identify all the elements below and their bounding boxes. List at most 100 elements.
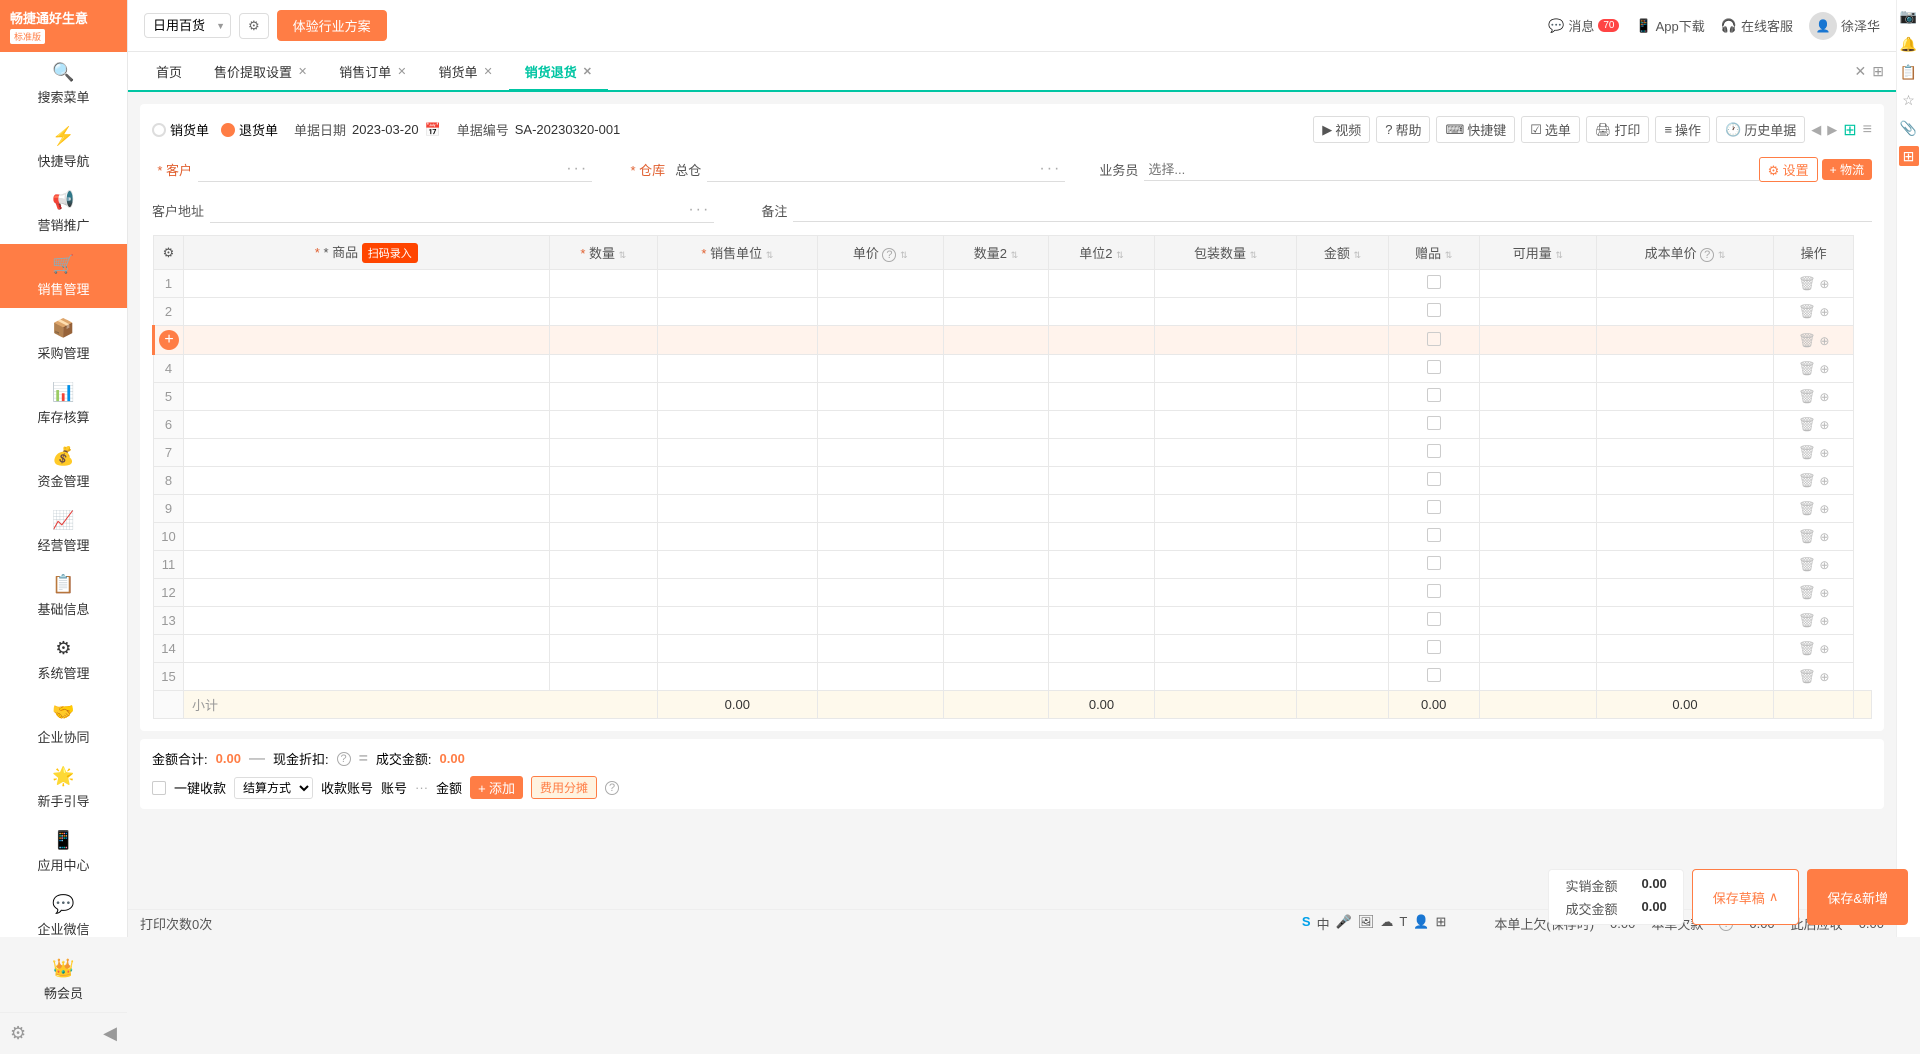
gift-cell[interactable] <box>1388 467 1479 495</box>
sidebar-item-search[interactable]: 🔍 搜索菜单 <box>0 52 127 116</box>
product-cell[interactable] <box>184 411 550 439</box>
delete-row-icon[interactable]: 🗑 <box>1798 500 1816 516</box>
tab-menu-icon[interactable]: ⊞ <box>1872 63 1884 80</box>
gift-cell[interactable] <box>1388 270 1479 298</box>
unit-cell[interactable] <box>657 298 817 326</box>
amount-cell[interactable] <box>1297 467 1388 495</box>
product-cell[interactable] <box>184 607 550 635</box>
price-cell[interactable] <box>817 635 943 663</box>
rp-camera[interactable]: 📷 <box>1899 6 1919 26</box>
qty2-cell[interactable] <box>943 298 1049 326</box>
copy-row-icon[interactable]: ⊕ <box>1819 530 1829 544</box>
quantity-cell[interactable] <box>549 663 657 691</box>
cost-info-icon[interactable]: ? <box>1700 248 1714 262</box>
product-cell[interactable] <box>184 663 550 691</box>
available-cell[interactable] <box>1479 607 1596 635</box>
tab-close-sales-return[interactable]: ✕ <box>583 65 592 78</box>
product-cell[interactable] <box>184 523 550 551</box>
product-cell[interactable] <box>184 383 550 411</box>
delete-row-icon[interactable]: 🗑 <box>1798 360 1816 376</box>
unit-cell[interactable] <box>657 523 817 551</box>
unit2-cell[interactable] <box>1049 523 1155 551</box>
history-btn[interactable]: 🕐 历史单据 <box>1716 116 1805 143</box>
gift-checkbox[interactable] <box>1427 556 1441 570</box>
quantity-cell[interactable] <box>549 551 657 579</box>
shortcut-btn[interactable]: ⌨ 快捷键 <box>1436 116 1515 143</box>
unit-cell[interactable] <box>657 355 817 383</box>
quantity-cell[interactable] <box>549 411 657 439</box>
qty2-cell[interactable] <box>943 579 1049 607</box>
pack-qty-cell[interactable] <box>1154 439 1297 467</box>
gift-checkbox[interactable] <box>1427 388 1441 402</box>
unit-cell[interactable] <box>657 270 817 298</box>
unit-cell[interactable] <box>657 495 817 523</box>
tab-close-sales-order[interactable]: ✕ <box>397 65 406 78</box>
pack-qty-cell[interactable] <box>1154 411 1297 439</box>
topbar-gear-button[interactable]: ⚙ <box>239 13 269 39</box>
quantity-cell[interactable] <box>549 607 657 635</box>
available-cell[interactable] <box>1479 326 1596 355</box>
sidebar-item-guide[interactable]: 🌟 新手引导 <box>0 756 127 820</box>
amount-cell[interactable] <box>1297 355 1388 383</box>
cost-price-cell[interactable] <box>1596 635 1773 663</box>
tab-sales-order[interactable]: 销售订单 ✕ <box>323 54 422 91</box>
quantity-cell[interactable] <box>549 270 657 298</box>
print-btn[interactable]: 🖨 打印 <box>1586 116 1650 143</box>
price-cell[interactable] <box>817 298 943 326</box>
copy-row-icon[interactable]: ⊕ <box>1819 474 1829 488</box>
qty2-cell[interactable] <box>943 607 1049 635</box>
quantity-cell[interactable] <box>549 495 657 523</box>
gift-checkbox[interactable] <box>1427 332 1441 346</box>
unit-cell[interactable] <box>657 635 817 663</box>
cost-price-cell[interactable] <box>1596 270 1773 298</box>
quantity-cell[interactable] <box>549 523 657 551</box>
unit-cell[interactable] <box>657 439 817 467</box>
quantity-cell[interactable] <box>549 467 657 495</box>
settings-button[interactable]: ⚙ 设置 <box>1759 157 1818 182</box>
delete-row-icon[interactable]: 🗑 <box>1798 556 1816 572</box>
copy-row-icon[interactable]: ⊕ <box>1819 305 1829 319</box>
tool-t[interactable]: T <box>1399 914 1407 933</box>
pack-qty-cell[interactable] <box>1154 635 1297 663</box>
tab-close-all-icon[interactable]: ✕ <box>1855 63 1867 80</box>
tool-cloud[interactable]: ☁ <box>1380 914 1393 933</box>
amount-cell[interactable] <box>1297 523 1388 551</box>
pack-qty-cell[interactable] <box>1154 383 1297 411</box>
delete-row-icon[interactable]: 🗑 <box>1798 303 1816 319</box>
qty2-cell[interactable] <box>943 467 1049 495</box>
copy-row-icon[interactable]: ⊕ <box>1819 446 1829 460</box>
gift-checkbox[interactable] <box>1427 528 1441 542</box>
pack-qty-cell[interactable] <box>1154 579 1297 607</box>
tab-sales-delivery[interactable]: 销货单 ✕ <box>422 54 508 91</box>
amount-cell[interactable] <box>1297 411 1388 439</box>
gift-cell[interactable] <box>1388 551 1479 579</box>
customer-input[interactable]: ··· <box>198 157 592 182</box>
video-btn[interactable]: ▶ 视频 <box>1313 116 1370 143</box>
delete-row-icon[interactable]: 🗑 <box>1798 332 1816 348</box>
unit-cell[interactable] <box>657 607 817 635</box>
copy-row-icon[interactable]: ⊕ <box>1819 334 1829 348</box>
price-cell[interactable] <box>817 270 943 298</box>
app-download-item[interactable]: 📱 App下载 <box>1635 16 1704 35</box>
unit-cell[interactable] <box>657 663 817 691</box>
pack-qty-cell[interactable] <box>1154 495 1297 523</box>
copy-row-icon[interactable]: ⊕ <box>1819 502 1829 516</box>
copy-row-icon[interactable]: ⊕ <box>1819 642 1829 656</box>
gift-cell[interactable] <box>1388 383 1479 411</box>
sidebar-item-shortcut[interactable]: ⚡ 快捷导航 <box>0 116 127 180</box>
gift-cell[interactable] <box>1388 298 1479 326</box>
category-select[interactable]: 日用百货 <box>144 13 231 38</box>
cost-price-cell[interactable] <box>1596 326 1773 355</box>
tab-home[interactable]: 首页 <box>140 54 198 91</box>
cost-price-cell[interactable] <box>1596 579 1773 607</box>
copy-row-icon[interactable]: ⊕ <box>1819 558 1829 572</box>
quantity-cell[interactable] <box>549 439 657 467</box>
unit2-cell[interactable] <box>1049 607 1155 635</box>
delete-row-icon[interactable]: 🗑 <box>1798 612 1816 628</box>
rp-attachment[interactable]: 📎 <box>1899 118 1919 138</box>
price-cell[interactable] <box>817 383 943 411</box>
cost-price-cell[interactable] <box>1596 663 1773 691</box>
available-cell[interactable] <box>1479 467 1596 495</box>
available-cell[interactable] <box>1479 439 1596 467</box>
tool-img[interactable]: 🖼 <box>1358 914 1375 933</box>
